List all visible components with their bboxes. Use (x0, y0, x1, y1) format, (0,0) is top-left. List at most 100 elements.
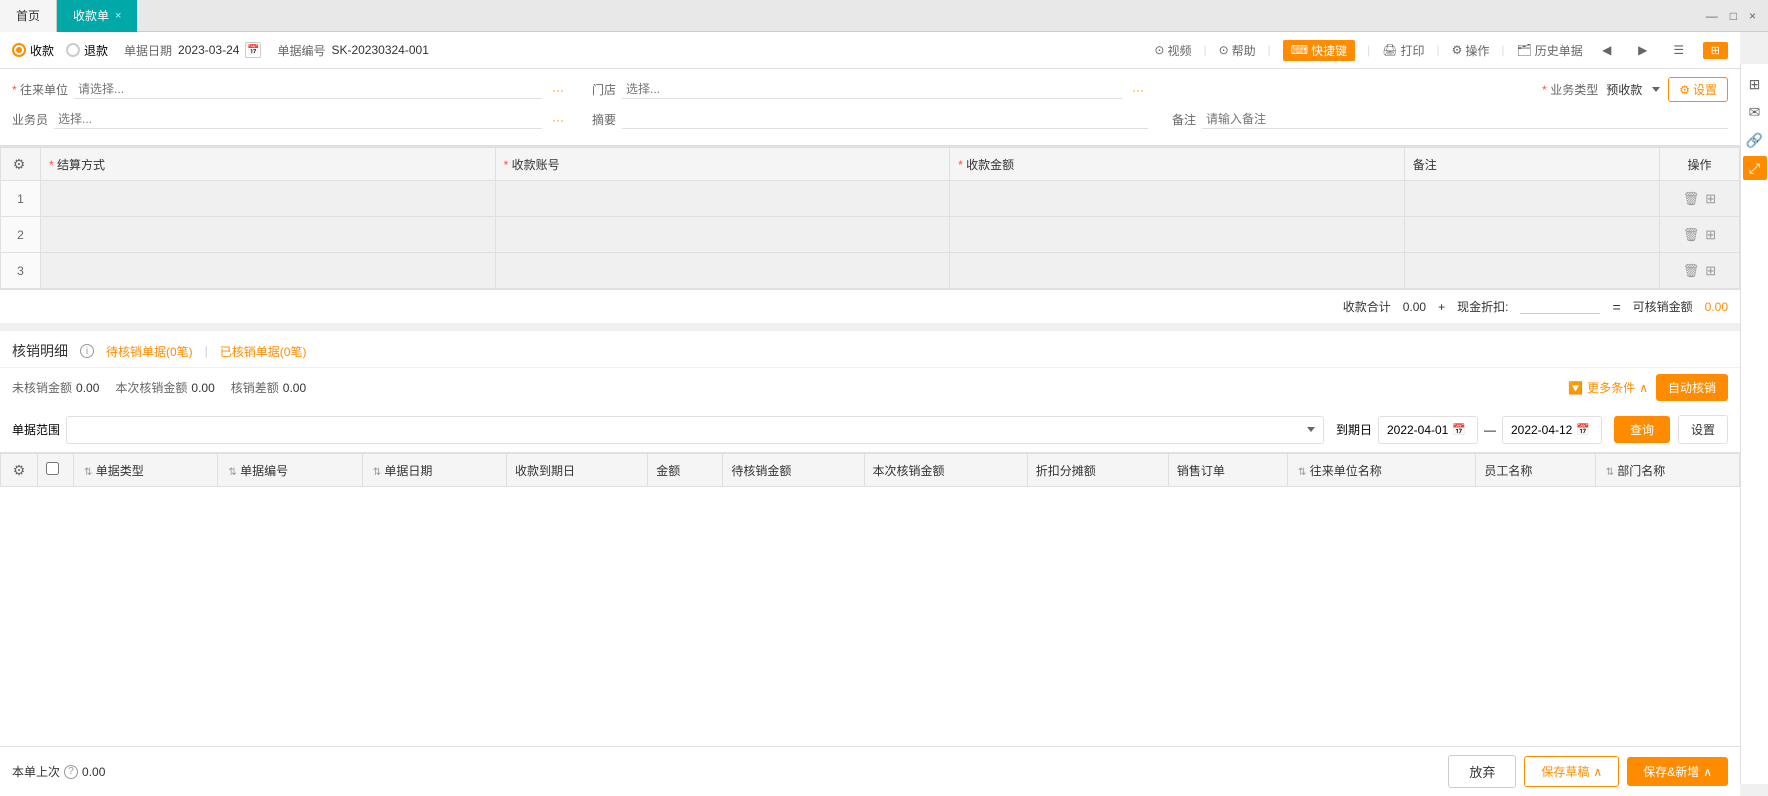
circle-icon: ⊙ (1154, 43, 1164, 57)
receipt-refund-toggle: 收款 退款 (12, 42, 108, 59)
close-button[interactable]: × (1745, 7, 1760, 25)
row-2-remark[interactable] (1404, 217, 1659, 253)
row-1-copy-icon[interactable]: ⊞ (1705, 191, 1716, 207)
note-input[interactable] (1202, 110, 1728, 129)
row-2-delete-icon[interactable]: 🗑 (1683, 227, 1700, 243)
current-stat: 本次核销金额 0.00 (115, 379, 214, 396)
row-2-num: 2 (1, 217, 41, 253)
discount-input[interactable] (1520, 299, 1600, 314)
refund-radio[interactable]: 退款 (66, 42, 108, 59)
pending-amount-label: 待核销金额 (731, 464, 791, 478)
partner-input[interactable] (74, 80, 542, 99)
available-value: 0.00 (1705, 300, 1728, 314)
check-all-col[interactable] (38, 454, 74, 487)
sidebar-expand-icon[interactable]: ⤢ (1743, 156, 1767, 180)
summary-label: 摘要 (592, 111, 616, 128)
history-link[interactable]: 🗂 历史单据 (1517, 42, 1583, 59)
diff-stat: 核销差额 0.00 (231, 379, 306, 396)
save-draft-chevron-icon: ∧ (1593, 765, 1602, 779)
store-input[interactable] (622, 80, 1122, 99)
row-3-account[interactable] (495, 253, 950, 289)
row-2-account[interactable] (495, 217, 950, 253)
save-draft-button[interactable]: 保存草稿 ∧ (1524, 756, 1619, 787)
summary-input[interactable] (622, 110, 1148, 129)
maximize-button[interactable]: □ (1726, 7, 1741, 25)
doc-type-sort-icon: ⇅ (84, 467, 92, 478)
query-button[interactable]: 查询 (1614, 416, 1670, 443)
bottom-info-icon[interactable]: ? (64, 765, 78, 779)
tab-receipt[interactable]: 收款单 × (57, 0, 137, 32)
reconcile-info-icon[interactable]: i (80, 344, 94, 358)
grid-view-button[interactable]: ⊞ (1703, 42, 1728, 59)
table-settings-icon[interactable]: ⚙ (9, 154, 29, 174)
row-1-account[interactable] (495, 181, 950, 217)
row-3-delete-icon[interactable]: 🗑 (1683, 263, 1700, 279)
row-3-amount[interactable] (950, 253, 1405, 289)
business-type-chevron-icon[interactable] (1652, 87, 1660, 92)
current-value: 0.00 (191, 381, 214, 395)
range-select[interactable] (66, 416, 1324, 444)
date-range-separator: — (1484, 423, 1496, 437)
summary-row: 收款合计 0.00 + 现金折扣: = 可核销金额 0.00 (0, 289, 1740, 323)
row-3-remark[interactable] (1404, 253, 1659, 289)
receipt-radio[interactable]: 收款 (12, 42, 54, 59)
row-2-settlement[interactable] (41, 217, 496, 253)
date-calendar-icon[interactable]: 📅 (245, 42, 261, 58)
pending-tab[interactable]: 待核销单据(0笔) (106, 343, 193, 360)
date-end-input[interactable]: 2022-04-12 📅 (1502, 416, 1602, 444)
check-all-checkbox[interactable] (46, 462, 59, 475)
save-new-button[interactable]: 保存&新增 ∧ (1627, 757, 1728, 786)
date-start-input[interactable]: 2022-04-01 📅 (1378, 416, 1478, 444)
due-date-label: 收款到期日 (515, 464, 575, 478)
more-conditions-label: 更多条件 (1587, 379, 1635, 396)
staff-more-icon[interactable]: ··· (548, 113, 568, 127)
operations-link[interactable]: ⚙ 操作 (1452, 42, 1490, 59)
staff-label: 业务员 (12, 111, 48, 128)
tab-home[interactable]: 首页 (0, 0, 57, 32)
reconcile-header: 核销明细 i 待核销单据(0笔) | 已核销单据(0笔) (0, 331, 1740, 368)
row-1-settlement[interactable] (41, 181, 496, 217)
minimize-button[interactable]: — (1702, 7, 1722, 25)
list-view-icon[interactable]: ☰ (1667, 38, 1691, 62)
filter-settings-button[interactable]: 设置 (1678, 415, 1728, 444)
reconcile-table-settings-icon[interactable]: ⚙ (9, 460, 29, 480)
video-link[interactable]: ⊙ 视频 (1154, 42, 1191, 59)
row-3-settlement[interactable] (41, 253, 496, 289)
auto-reconcile-button[interactable]: 自动核销 (1656, 374, 1728, 401)
store-more-icon[interactable]: ··· (1128, 83, 1148, 97)
row-1-remark[interactable] (1404, 181, 1659, 217)
row-3-copy-icon[interactable]: ⊞ (1705, 263, 1716, 279)
print-link[interactable]: 🖨 打印 (1382, 42, 1424, 59)
nav-prev-icon[interactable]: ◀ (1595, 38, 1619, 62)
partner-name-sort-icon: ⇅ (1298, 467, 1306, 478)
sidebar-table-icon[interactable]: ⊞ (1743, 72, 1767, 96)
question-icon: ⊙ (1219, 43, 1229, 57)
done-tab[interactable]: 已核销单据(0笔) (220, 343, 307, 360)
actions-col-header: 操作 (1660, 148, 1740, 181)
nav-next-icon[interactable]: ▶ (1631, 38, 1655, 62)
partner-more-icon[interactable]: ··· (548, 83, 568, 97)
tab-close-icon[interactable]: × (115, 10, 121, 22)
settings-button[interactable]: ⚙ 设置 (1668, 77, 1728, 102)
doc-number-sort-icon: ⇅ (228, 467, 236, 478)
abandon-button[interactable]: 放弃 (1448, 755, 1516, 788)
row-2-amount[interactable] (950, 217, 1405, 253)
unreconciled-label: 未核销金额 (12, 379, 72, 396)
row-1-actions: 🗑 ⊞ (1660, 181, 1740, 217)
discount-label2: 折扣分摊额 (1036, 464, 1096, 478)
settlement-col-header: 结算方式 (41, 148, 496, 181)
sidebar-mail-icon[interactable]: ✉ (1743, 100, 1767, 124)
shortcut-button[interactable]: ⌨ 快捷键 (1283, 40, 1355, 61)
row-1-amount[interactable] (950, 181, 1405, 217)
ops-icon: ⚙ (1452, 43, 1463, 57)
sidebar-link-icon[interactable]: 🔗 (1743, 128, 1767, 152)
filter-row: 单据范围 到期日 2022-04-01 📅 — 2022-04-12 (0, 407, 1740, 453)
staff-input[interactable] (54, 110, 542, 129)
row-1-delete-icon[interactable]: 🗑 (1683, 191, 1700, 207)
more-conditions-link[interactable]: 🔽 更多条件 ∧ (1568, 379, 1648, 396)
help-link[interactable]: ⊙ 帮助 (1219, 42, 1256, 59)
row-2-copy-icon[interactable]: ⊞ (1705, 227, 1716, 243)
diff-value: 0.00 (283, 381, 306, 395)
tab-receipt-label: 收款单 (73, 7, 109, 24)
filter-right-actions: 查询 设置 (1614, 415, 1728, 444)
